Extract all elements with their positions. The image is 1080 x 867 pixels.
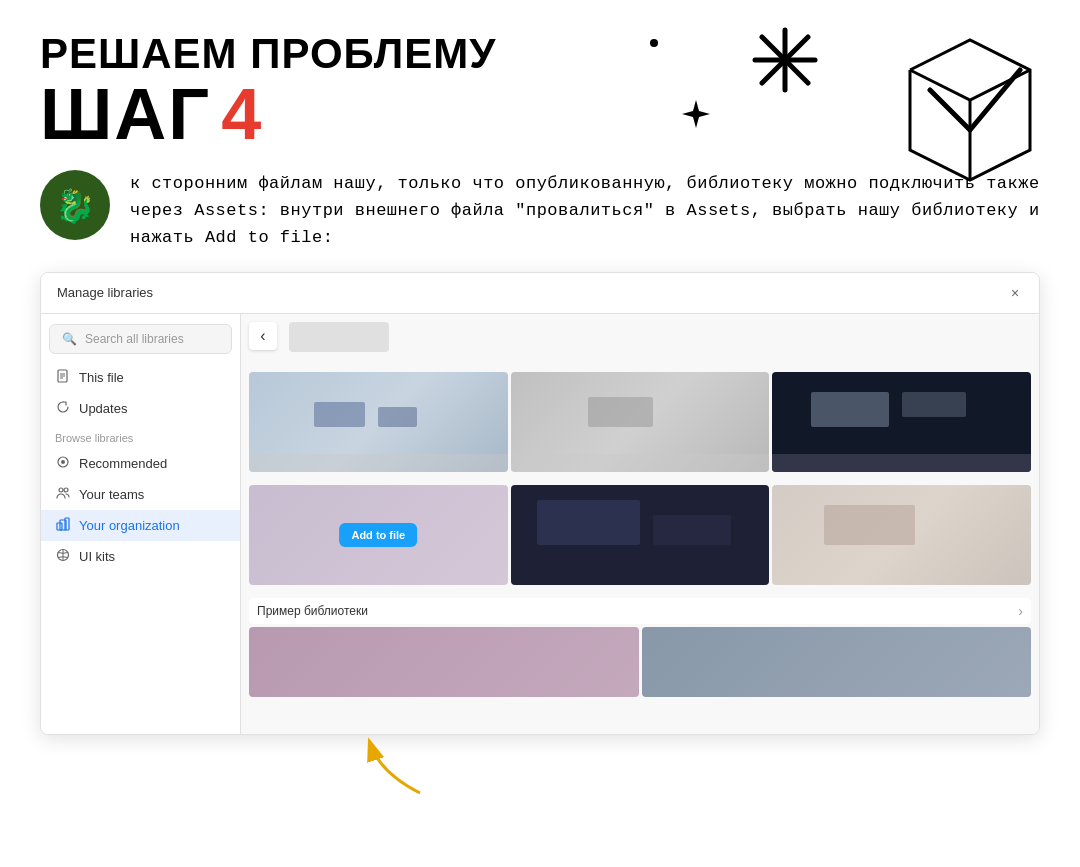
sidebar-item-label: Your organization (79, 518, 180, 533)
manage-libraries-dialog: Manage libraries × 🔍 Search all librarie… (40, 272, 1040, 735)
updates-icon (55, 400, 71, 417)
library-name-text: Пример библиотеки (257, 604, 368, 618)
sidebar-item-recommended[interactable]: Recommended (41, 448, 240, 479)
add-to-file-button[interactable]: Add to file (339, 523, 417, 547)
grid-cell-5 (511, 485, 770, 585)
grid-cell-6 (772, 485, 1031, 585)
arrow-annotation (350, 723, 430, 807)
browse-section-label: Browse libraries (41, 424, 240, 448)
avatar: 🐉 (40, 170, 110, 240)
header-section: РЕШАЕМ ПРОБЛЕМУ ШАГ 4 (0, 0, 1080, 170)
grid-row-1 (249, 372, 1031, 482)
step-label-text: ШАГ (40, 78, 211, 150)
dialog-body: 🔍 Search all libraries This file (41, 314, 1039, 734)
search-placeholder-text: Search all libraries (85, 332, 184, 346)
sidebar-item-label: Recommended (79, 456, 167, 471)
dialog-header: Manage libraries × (41, 273, 1039, 314)
grid-cell-3 (772, 372, 1031, 472)
search-box[interactable]: 🔍 Search all libraries (49, 324, 232, 354)
asterisk-star-icon (750, 25, 820, 99)
chevron-right-icon: › (1018, 603, 1023, 619)
small-star-icon (682, 100, 710, 132)
teams-icon (55, 486, 71, 503)
organization-icon (55, 517, 71, 534)
deco-dot (648, 35, 660, 53)
dialog-title: Manage libraries (57, 285, 153, 300)
svg-point-0 (650, 39, 658, 47)
sidebar-item-your-organization[interactable]: Your organization (41, 510, 240, 541)
checkmark-3d-icon (890, 10, 1050, 194)
file-icon (55, 369, 71, 386)
svg-point-14 (61, 460, 65, 464)
sidebar-item-ui-kits[interactable]: UI kits (41, 541, 240, 572)
svg-marker-5 (682, 100, 710, 128)
grid-row-3 (249, 627, 1031, 697)
grid-cell-8 (642, 627, 1032, 697)
grid-row-2: Add to file (249, 485, 1031, 595)
library-grid: Add to file Пример библиотеки › (241, 364, 1039, 734)
sidebar-item-this-file[interactable]: This file (41, 362, 240, 393)
sidebar-item-label: This file (79, 370, 124, 385)
sidebar-item-label: Your teams (79, 487, 144, 502)
sidebar-item-your-teams[interactable]: Your teams (41, 479, 240, 510)
grid-cell-4-library: Add to file (249, 485, 508, 585)
sidebar-item-updates[interactable]: Updates (41, 393, 240, 424)
ui-kits-icon (55, 548, 71, 565)
grid-cell-2 (511, 372, 770, 472)
svg-text:🐉: 🐉 (55, 187, 95, 225)
svg-rect-19 (65, 518, 69, 530)
top-placeholder (289, 322, 389, 352)
sidebar-item-label: Updates (79, 401, 127, 416)
grid-cell-7 (249, 627, 639, 697)
recommended-icon (55, 455, 71, 472)
sidebar: 🔍 Search all libraries This file (41, 314, 241, 734)
search-icon: 🔍 (62, 332, 77, 346)
step-number: 4 (221, 78, 263, 150)
grid-cell-1 (249, 372, 508, 472)
close-button[interactable]: × (1007, 285, 1023, 301)
svg-point-15 (59, 488, 63, 492)
library-name-row[interactable]: Пример библиотеки › (249, 598, 1031, 624)
svg-point-16 (64, 488, 68, 492)
sidebar-item-label: UI kits (79, 549, 115, 564)
main-content-area: ‹ (241, 314, 1039, 734)
back-button[interactable]: ‹ (249, 322, 277, 350)
